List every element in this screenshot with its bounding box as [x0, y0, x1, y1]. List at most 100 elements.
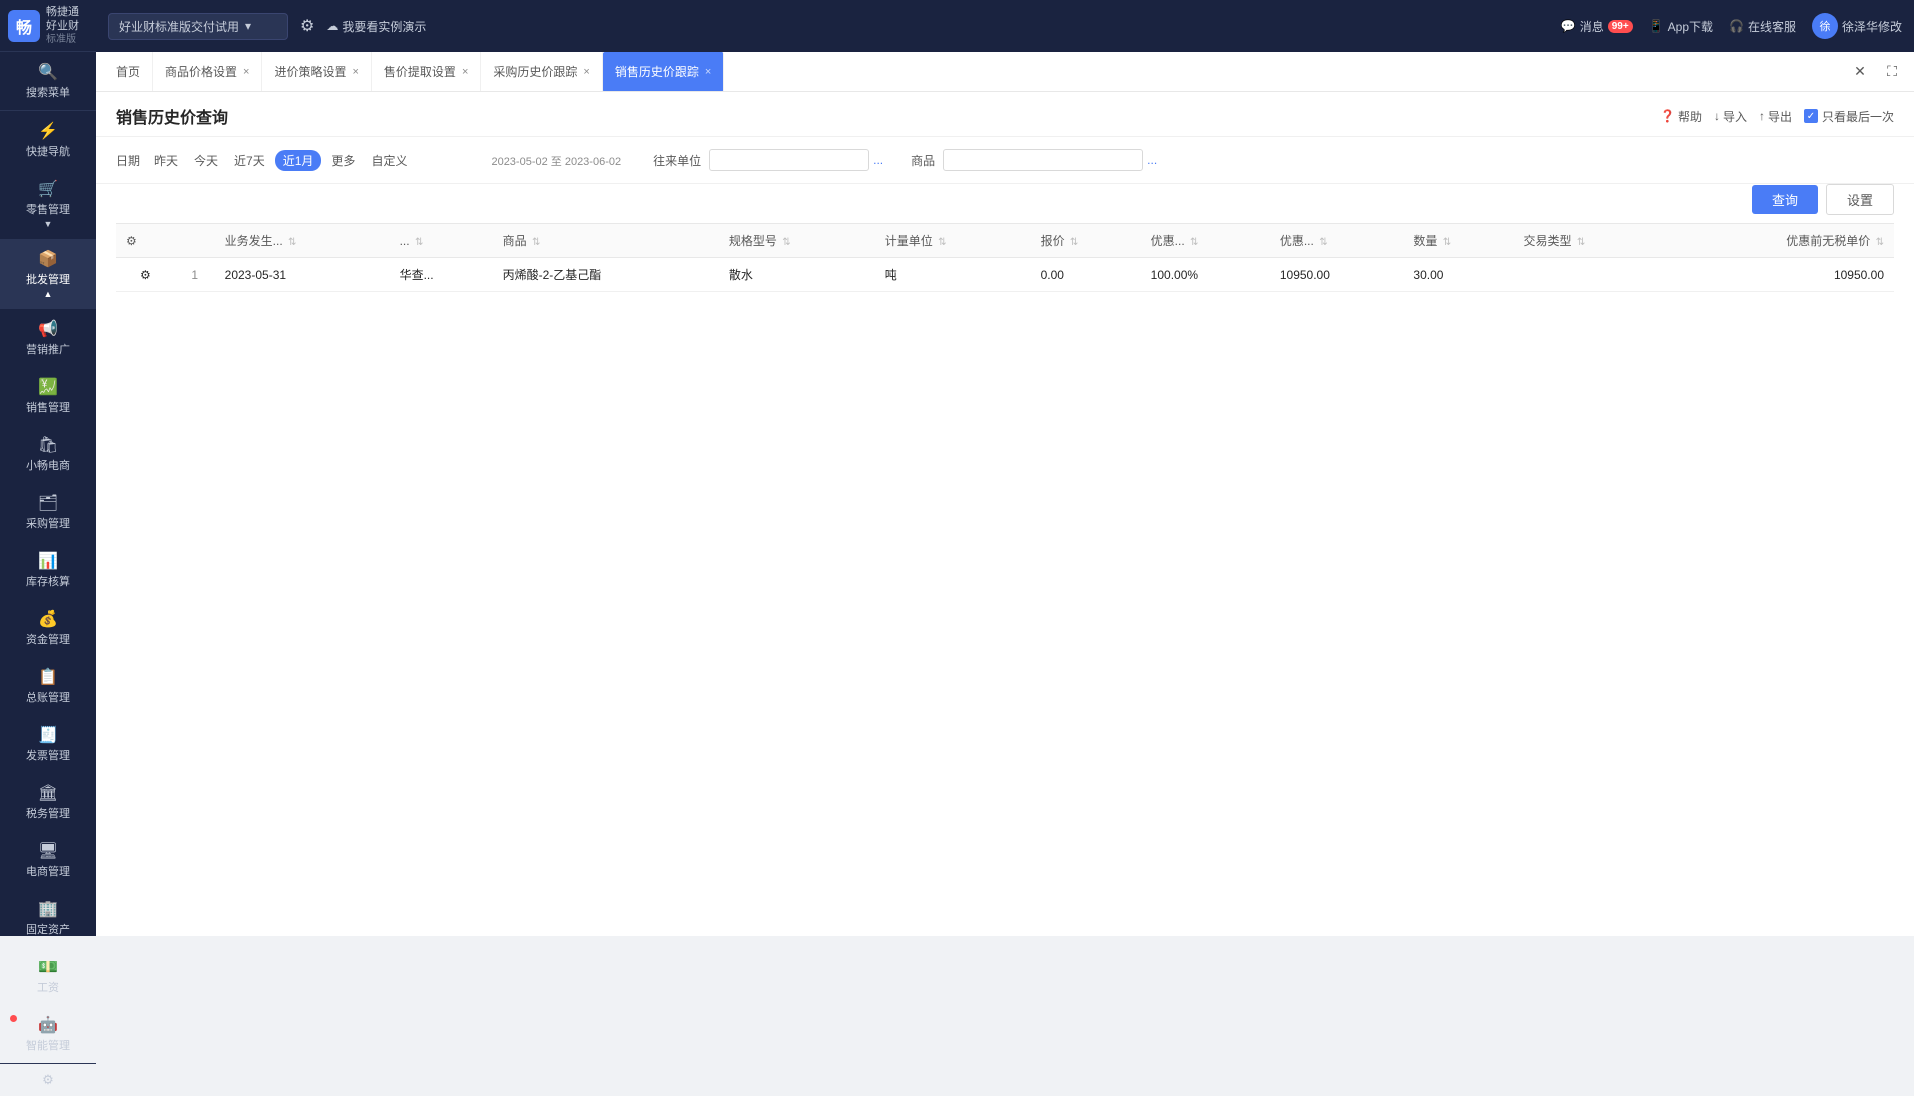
demo-link[interactable]: ☁ 我要看实例演示 [326, 18, 426, 35]
col-date[interactable]: 业务发生... ⇅ [215, 224, 390, 258]
only-last-checkbox[interactable]: ✓ 只看最后一次 [1804, 108, 1894, 125]
date-btn-last1m[interactable]: 近1月 [275, 150, 322, 171]
version-selector-text: 好业财标准版交付试用 [119, 18, 239, 35]
row-discount2: 10950.00 [1270, 258, 1404, 292]
app-download-btn[interactable]: 📱 App下载 [1649, 18, 1713, 35]
page-actions: ❓ 帮助 ↓ 导入 ↑ 导出 ✓ 只看最后一次 [1660, 108, 1894, 125]
query-button[interactable]: 查询 [1752, 185, 1818, 214]
product-more-btn[interactable]: ... [1147, 153, 1157, 167]
sidebar-item-finance[interactable]: 💰 资金管理 [0, 599, 96, 657]
settings-button[interactable]: 设置 [1826, 184, 1894, 215]
filter-area: 日期 昨天 今天 近7天 近1月 更多 自定义 2023-05-02 至 202… [96, 137, 1914, 184]
sidebar: 畅 畅捷通好业财 标准版 🔍 搜索菜单 ⚡ 快捷导航 🛒 零售管理 ▼ 📦 批发… [0, 0, 96, 936]
tab-close-price[interactable]: × [243, 66, 249, 78]
row-gear[interactable]: ⚙ [116, 258, 175, 292]
row-unit: 吨 [875, 258, 1031, 292]
sidebar-item-purchase[interactable]: 🗂 采购管理 [0, 483, 96, 541]
message-icon: 💬 [1561, 19, 1576, 33]
sidebar-item-sales[interactable]: 💹 销售管理 [0, 367, 96, 425]
page-title: 销售历史价查询 [116, 104, 228, 128]
tab-purchase-history[interactable]: 采购历史价跟踪 × [481, 52, 602, 92]
col-price[interactable]: 报价 ⇅ [1031, 224, 1141, 258]
source-input[interactable] [709, 149, 869, 171]
tab-sales-history[interactable]: 销售历史价跟踪 × [603, 52, 724, 92]
sidebar-item-wholesale[interactable]: 📦 批发管理 ▲ [0, 239, 96, 309]
sidebar-item-quicknav[interactable]: ⚡ 快捷导航 [0, 111, 96, 169]
tab-price-extract[interactable]: 售价提取设置 × [372, 52, 481, 92]
data-table: ⚙ 业务发生... ⇅ ... ⇅ 商品 ⇅ [116, 223, 1894, 292]
row-pre-tax-price: 10950.00 [1669, 258, 1894, 292]
mobile-icon: 📱 [1649, 19, 1664, 33]
col-unit[interactable]: 计量单位 ⇅ [875, 224, 1031, 258]
tab-home[interactable]: 首页 [104, 52, 153, 92]
action-row: 查询 设置 [96, 184, 1914, 223]
tab-price[interactable]: 商品价格设置 × [153, 52, 262, 92]
sidebar-item-ecommerce[interactable]: 🖥 电商管理 [0, 831, 96, 889]
col-discount2[interactable]: 优惠... ⇅ [1270, 224, 1404, 258]
col-discount1[interactable]: 优惠... ⇅ [1141, 224, 1270, 258]
col-trans-type[interactable]: 交易类型 ⇅ [1514, 224, 1670, 258]
help-link[interactable]: ❓ 帮助 [1660, 108, 1702, 125]
date-btn-last7[interactable]: 近7天 [228, 150, 271, 171]
message-btn[interactable]: 💬 消息 99+ [1561, 18, 1633, 35]
main-area: 好业财标准版交付试用 ▾ ⚙ ☁ 我要看实例演示 💬 消息 99+ 📱 App下… [96, 0, 1914, 936]
product-input[interactable] [943, 149, 1143, 171]
product-input-wrap: ... [943, 149, 1157, 171]
sidebar-settings[interactable]: ⚙ [0, 1063, 96, 1096]
smart-dot [10, 1015, 17, 1022]
sidebar-item-marketing[interactable]: 📢 营销推广 [0, 309, 96, 367]
date-filter-label: 日期 [116, 152, 140, 169]
date-btn-today[interactable]: 今天 [188, 150, 224, 171]
sidebar-item-tax[interactable]: 🏛 税务管理 [0, 773, 96, 831]
date-btn-more[interactable]: 更多 [325, 150, 361, 171]
row-trans-type [1514, 258, 1670, 292]
page-container: 销售历史价查询 ❓ 帮助 ↓ 导入 ↑ 导出 ✓ 只看最后一次 [96, 92, 1914, 936]
row-num: 1 [175, 258, 215, 292]
online-service-btn[interactable]: 🎧 在线客服 [1729, 18, 1796, 35]
sidebar-item-salary[interactable]: 💵 工资 [0, 947, 96, 1005]
export-link[interactable]: ↑ 导出 [1759, 108, 1792, 125]
col-qty[interactable]: 数量 ⇅ [1403, 224, 1513, 258]
col-spec[interactable]: 规格型号 ⇅ [719, 224, 875, 258]
date-range-text: 2023-05-02 至 2023-06-02 [491, 156, 621, 168]
sidebar-logo: 畅 畅捷通好业财 标准版 [0, 0, 96, 52]
chevron-down-icon: ▾ [245, 19, 251, 33]
tabbar-actions: ✕ ⛶ [1846, 58, 1906, 86]
sidebar-item-invoice[interactable]: 🧾 发票管理 [0, 715, 96, 773]
col-pre-tax-price[interactable]: 优惠前无税单价 ⇅ [1669, 224, 1894, 258]
tab-close-price-extract[interactable]: × [462, 66, 468, 78]
source-more-btn[interactable]: ... [873, 153, 883, 167]
col-extra[interactable]: ... ⇅ [390, 224, 493, 258]
tab-close-sales-history[interactable]: × [705, 66, 711, 78]
version-selector[interactable]: 好业财标准版交付试用 ▾ [108, 13, 288, 40]
checkbox-checked-icon: ✓ [1804, 109, 1818, 123]
row-spec: 散水 [719, 258, 875, 292]
tab-close-purchase-strategy[interactable]: × [352, 66, 358, 78]
sidebar-item-retail[interactable]: 🛒 零售管理 ▼ [0, 169, 96, 239]
tab-purchase-strategy[interactable]: 进价策略设置 × [262, 52, 371, 92]
sidebar-item-assets[interactable]: 🏢 固定资产 [0, 889, 96, 947]
sidebar-search[interactable]: 🔍 搜索菜单 [0, 52, 96, 111]
sidebar-item-ledger[interactable]: 📋 总账管理 [0, 657, 96, 715]
col-gear[interactable]: ⚙ [116, 224, 175, 258]
sidebar-item-ecommerce-s[interactable]: 🛍 小畅电商 [0, 425, 96, 483]
maximize-btn[interactable]: ⛶ [1878, 58, 1906, 86]
filter-row-source: 往来单位 ... 商品 ... [653, 149, 1157, 171]
date-btn-custom[interactable]: 自定义 [365, 150, 413, 171]
col-product[interactable]: 商品 ⇅ [493, 224, 719, 258]
date-btn-yesterday[interactable]: 昨天 [148, 150, 184, 171]
user-menu[interactable]: 徐 徐泽华修改 [1812, 13, 1902, 39]
cloud-icon: ☁ [326, 19, 338, 33]
source-label: 往来单位 [653, 152, 701, 169]
message-badge: 99+ [1608, 20, 1633, 33]
topbar: 好业财标准版交付试用 ▾ ⚙ ☁ 我要看实例演示 💬 消息 99+ 📱 App下… [96, 0, 1914, 52]
import-icon: ↓ [1714, 109, 1720, 123]
headset-icon: 🎧 [1729, 19, 1744, 33]
sidebar-item-smart[interactable]: 🤖 智能管理 [0, 1005, 96, 1063]
sidebar-item-inventory[interactable]: 📊 库存核算 [0, 541, 96, 599]
tab-close-purchase-history[interactable]: × [583, 66, 589, 78]
product-label: 商品 [911, 152, 935, 169]
settings-icon[interactable]: ⚙ [300, 16, 314, 36]
close-tab-btn[interactable]: ✕ [1846, 58, 1874, 86]
import-link[interactable]: ↓ 导入 [1714, 108, 1747, 125]
